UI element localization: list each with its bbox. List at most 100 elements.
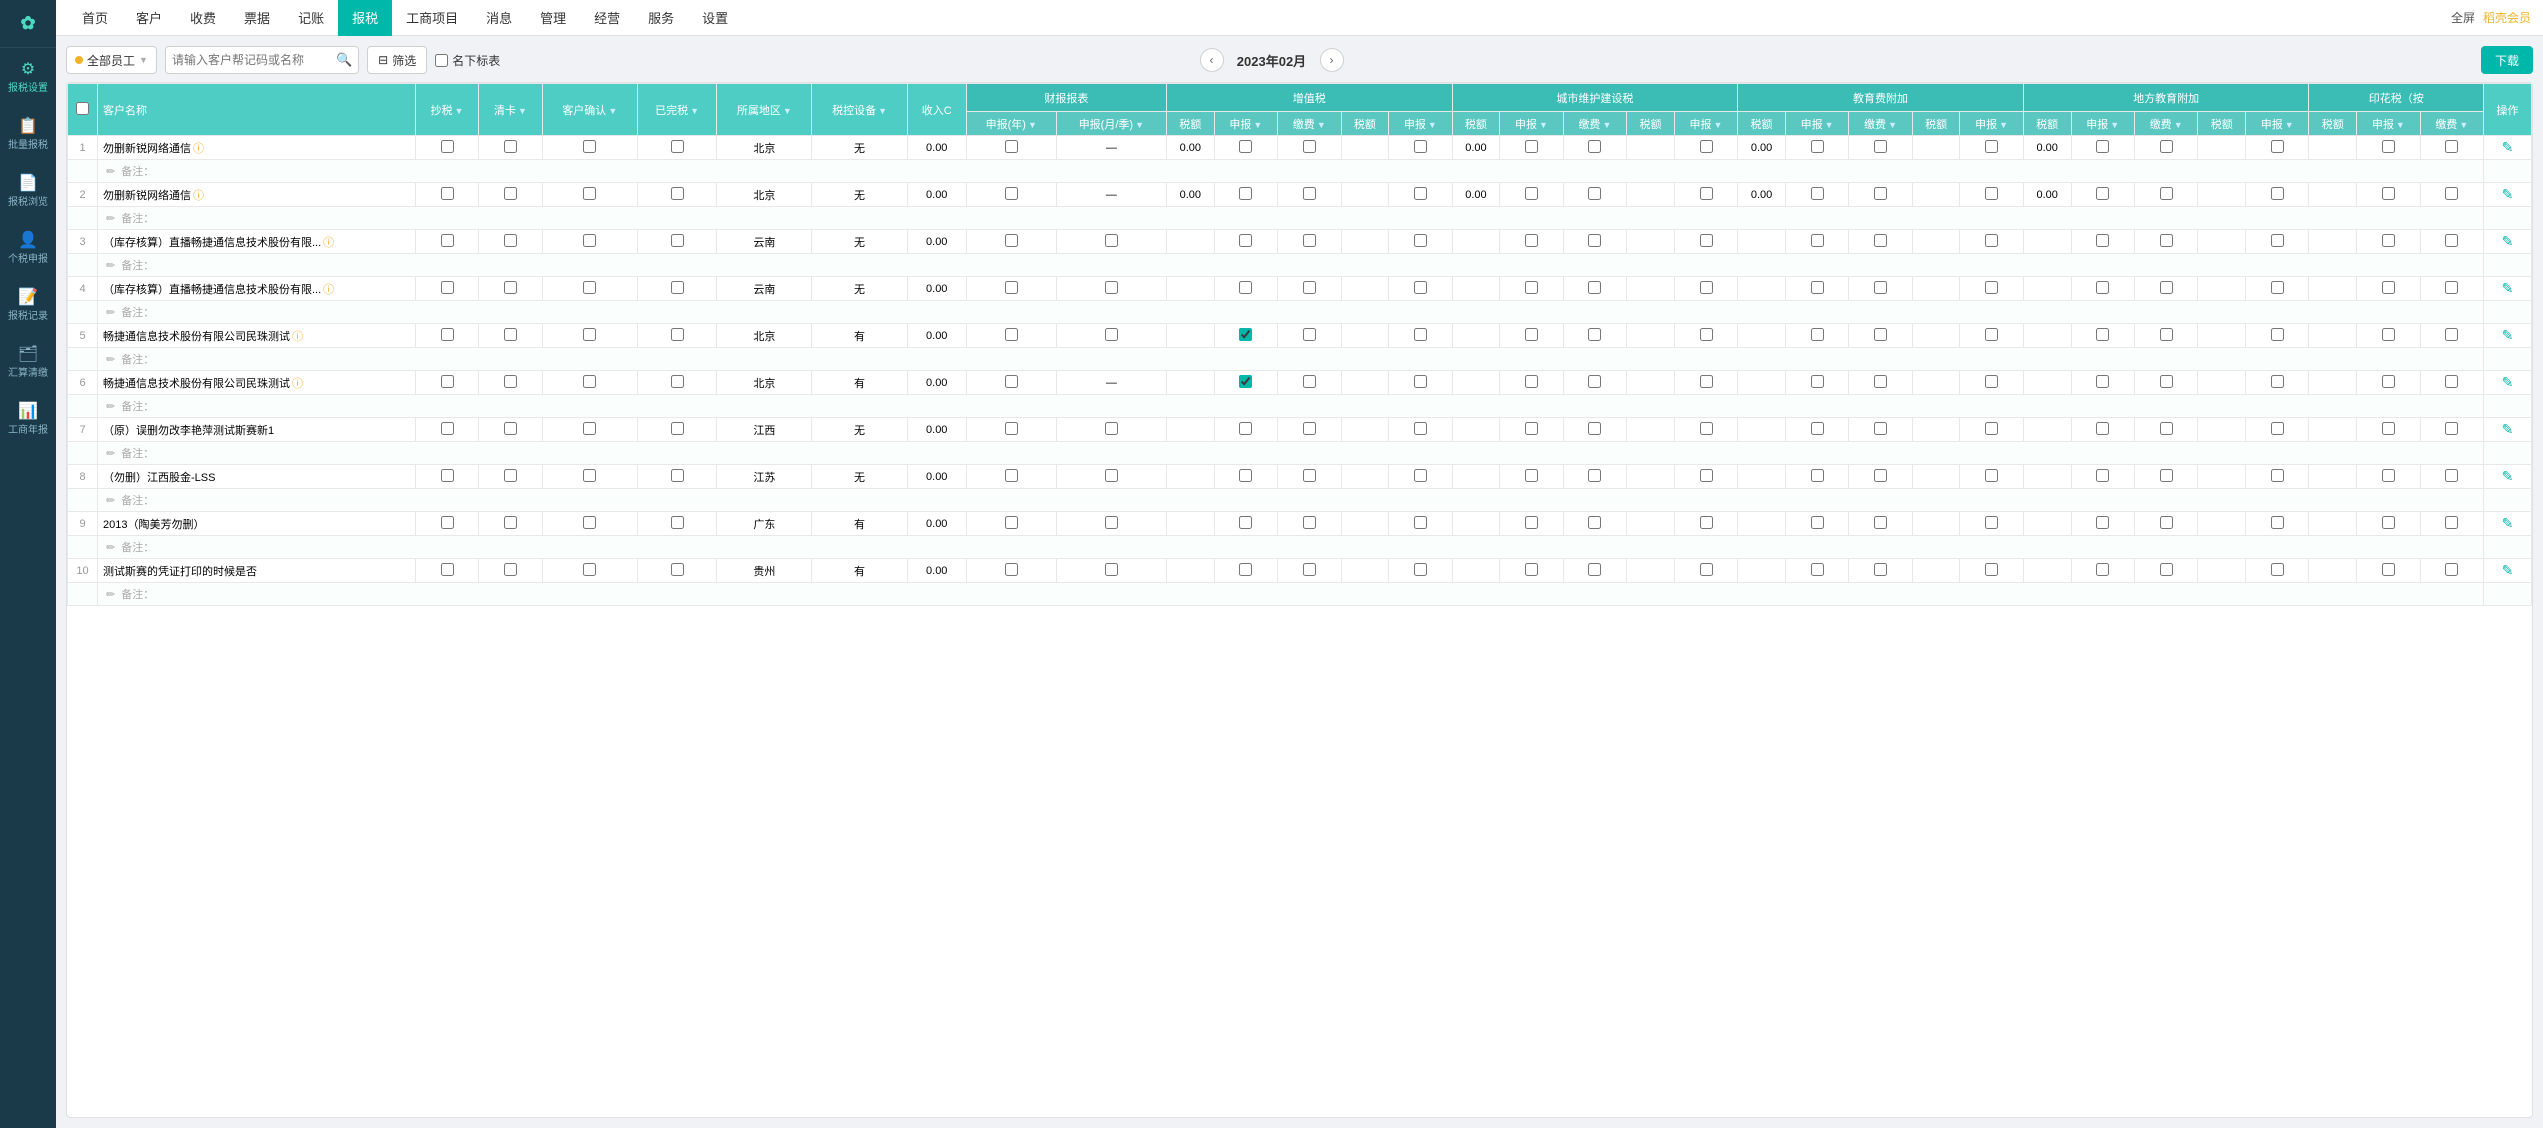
csjs-declare-cb[interactable] bbox=[1525, 516, 1538, 529]
yhs-pay-cb[interactable] bbox=[2445, 469, 2458, 482]
dfyjfj-pay-cb[interactable] bbox=[2160, 563, 2173, 576]
yhs-pay-cb[interactable] bbox=[2445, 516, 2458, 529]
csjs-declare2-cb[interactable] bbox=[1700, 469, 1713, 482]
csjs-pay-cb[interactable] bbox=[1588, 187, 1601, 200]
paid-tax-cb[interactable] bbox=[671, 422, 684, 435]
caiwu-year-cb[interactable] bbox=[1005, 375, 1018, 388]
paid-tax-cb[interactable] bbox=[671, 281, 684, 294]
dfyjfj-declare-cb[interactable] bbox=[2096, 422, 2109, 435]
jyfj-declare-cb[interactable] bbox=[1811, 563, 1824, 576]
csjs-declare2-cb[interactable] bbox=[1700, 281, 1713, 294]
jyfj-pay-cb[interactable] bbox=[1874, 469, 1887, 482]
paid-tax-cb[interactable] bbox=[671, 328, 684, 341]
sidebar-item-tax-view[interactable]: 📄 报税浏览 bbox=[0, 162, 56, 219]
jyfj-declare2-cb[interactable] bbox=[1985, 140, 1998, 153]
sidebar-item-tax-settings[interactable]: ⚙ 报税设置 bbox=[0, 48, 56, 105]
csjs-declare2-cb[interactable] bbox=[1700, 187, 1713, 200]
csjs-declare2-cb[interactable] bbox=[1700, 234, 1713, 247]
dfyjfj-declare-cb[interactable] bbox=[2096, 469, 2109, 482]
clear-card-cb[interactable] bbox=[504, 140, 517, 153]
caiwu-year-cb[interactable] bbox=[1005, 516, 1018, 529]
clear-card-cb[interactable] bbox=[504, 281, 517, 294]
jyfj-declare-cb[interactable] bbox=[1811, 140, 1824, 153]
csjs-declare2-cb[interactable] bbox=[1700, 422, 1713, 435]
zzs-declare2-cb[interactable] bbox=[1414, 187, 1427, 200]
nav-settings[interactable]: 设置 bbox=[688, 0, 742, 36]
copy-tax-cb[interactable] bbox=[441, 422, 454, 435]
clear-card-cb[interactable] bbox=[504, 516, 517, 529]
yhs-declare-cb[interactable] bbox=[2382, 563, 2395, 576]
yhs-pay-cb[interactable] bbox=[2445, 234, 2458, 247]
dfyjfj-declare-cb[interactable] bbox=[2096, 234, 2109, 247]
client-confirm-cb[interactable] bbox=[583, 234, 596, 247]
yhs-pay-cb[interactable] bbox=[2445, 328, 2458, 341]
jyfj-declare2-cb[interactable] bbox=[1985, 469, 1998, 482]
yhs-declare-cb[interactable] bbox=[2382, 281, 2395, 294]
copy-tax-cb[interactable] bbox=[441, 375, 454, 388]
yhs-declare-cb[interactable] bbox=[2382, 375, 2395, 388]
copy-tax-cb[interactable] bbox=[441, 140, 454, 153]
client-confirm-cb[interactable] bbox=[583, 375, 596, 388]
caiwu-year-cb[interactable] bbox=[1005, 140, 1018, 153]
dfyjfj-declare2-cb[interactable] bbox=[2271, 234, 2284, 247]
zzs-pay-cb[interactable] bbox=[1303, 187, 1316, 200]
paid-tax-cb[interactable] bbox=[671, 563, 684, 576]
caiwu-month-cb[interactable] bbox=[1105, 328, 1118, 341]
zzs-declare-cb[interactable] bbox=[1239, 563, 1252, 576]
sidebar-item-tax-record[interactable]: 📝 报税记录 bbox=[0, 276, 56, 333]
zzs-pay-cb[interactable] bbox=[1303, 422, 1316, 435]
client-confirm-cb[interactable] bbox=[583, 516, 596, 529]
csjs-pay-cb[interactable] bbox=[1588, 328, 1601, 341]
csjs-declare2-cb[interactable] bbox=[1700, 516, 1713, 529]
yhs-pay-cb[interactable] bbox=[2445, 140, 2458, 153]
zzs-declare-cb[interactable] bbox=[1239, 140, 1252, 153]
dfyjfj-declare-cb[interactable] bbox=[2096, 281, 2109, 294]
dfyjfj-declare2-cb[interactable] bbox=[2271, 140, 2284, 153]
dfyjfj-declare2-cb[interactable] bbox=[2271, 187, 2284, 200]
client-confirm-cb[interactable] bbox=[583, 422, 596, 435]
csjs-pay-cb[interactable] bbox=[1588, 140, 1601, 153]
client-confirm-cb[interactable] bbox=[583, 187, 596, 200]
jyfj-declare2-cb[interactable] bbox=[1985, 422, 1998, 435]
copy-tax-cb[interactable] bbox=[441, 328, 454, 341]
copy-tax-cb[interactable] bbox=[441, 563, 454, 576]
edit-button[interactable]: ✎ bbox=[2502, 374, 2514, 390]
yhs-pay-cb[interactable] bbox=[2445, 375, 2458, 388]
dfyjfj-pay-cb[interactable] bbox=[2160, 469, 2173, 482]
csjs-declare-cb[interactable] bbox=[1525, 187, 1538, 200]
zzs-pay-cb[interactable] bbox=[1303, 328, 1316, 341]
zzs-pay-cb[interactable] bbox=[1303, 563, 1316, 576]
jyfj-declare2-cb[interactable] bbox=[1985, 516, 1998, 529]
jyfj-pay-cb[interactable] bbox=[1874, 375, 1887, 388]
csjs-declare-cb[interactable] bbox=[1525, 375, 1538, 388]
jyfj-declare-cb[interactable] bbox=[1811, 375, 1824, 388]
filter-button[interactable]: ⊟ 筛选 bbox=[367, 46, 427, 74]
zzs-declare2-cb[interactable] bbox=[1414, 234, 1427, 247]
nav-tax[interactable]: 报税 bbox=[338, 0, 392, 36]
zzs-declare-cb[interactable] bbox=[1239, 422, 1252, 435]
jyfj-declare-cb[interactable] bbox=[1811, 516, 1824, 529]
zzs-pay-cb[interactable] bbox=[1303, 375, 1316, 388]
csjs-pay-cb[interactable] bbox=[1588, 375, 1601, 388]
csjs-declare2-cb[interactable] bbox=[1700, 563, 1713, 576]
dfyjfj-declare-cb[interactable] bbox=[2096, 328, 2109, 341]
jyfj-pay-cb[interactable] bbox=[1874, 187, 1887, 200]
yhs-pay-cb[interactable] bbox=[2445, 563, 2458, 576]
clear-card-cb[interactable] bbox=[504, 328, 517, 341]
clear-card-cb[interactable] bbox=[504, 422, 517, 435]
employee-filter[interactable]: 全部员工 ▼ bbox=[66, 46, 157, 74]
zzs-declare2-cb[interactable] bbox=[1414, 375, 1427, 388]
zzs-declare-cb[interactable] bbox=[1239, 328, 1252, 341]
zzs-declare2-cb[interactable] bbox=[1414, 140, 1427, 153]
jyfj-pay-cb[interactable] bbox=[1874, 281, 1887, 294]
dfyjfj-declare2-cb[interactable] bbox=[2271, 422, 2284, 435]
caiwu-month-cb[interactable] bbox=[1105, 422, 1118, 435]
clear-card-cb[interactable] bbox=[504, 375, 517, 388]
csjs-pay-cb[interactable] bbox=[1588, 422, 1601, 435]
csjs-declare-cb[interactable] bbox=[1525, 563, 1538, 576]
zzs-declare-cb[interactable] bbox=[1239, 187, 1252, 200]
dfyjfj-declare2-cb[interactable] bbox=[2271, 516, 2284, 529]
caiwu-year-cb[interactable] bbox=[1005, 469, 1018, 482]
paid-tax-cb[interactable] bbox=[671, 234, 684, 247]
csjs-pay-cb[interactable] bbox=[1588, 234, 1601, 247]
